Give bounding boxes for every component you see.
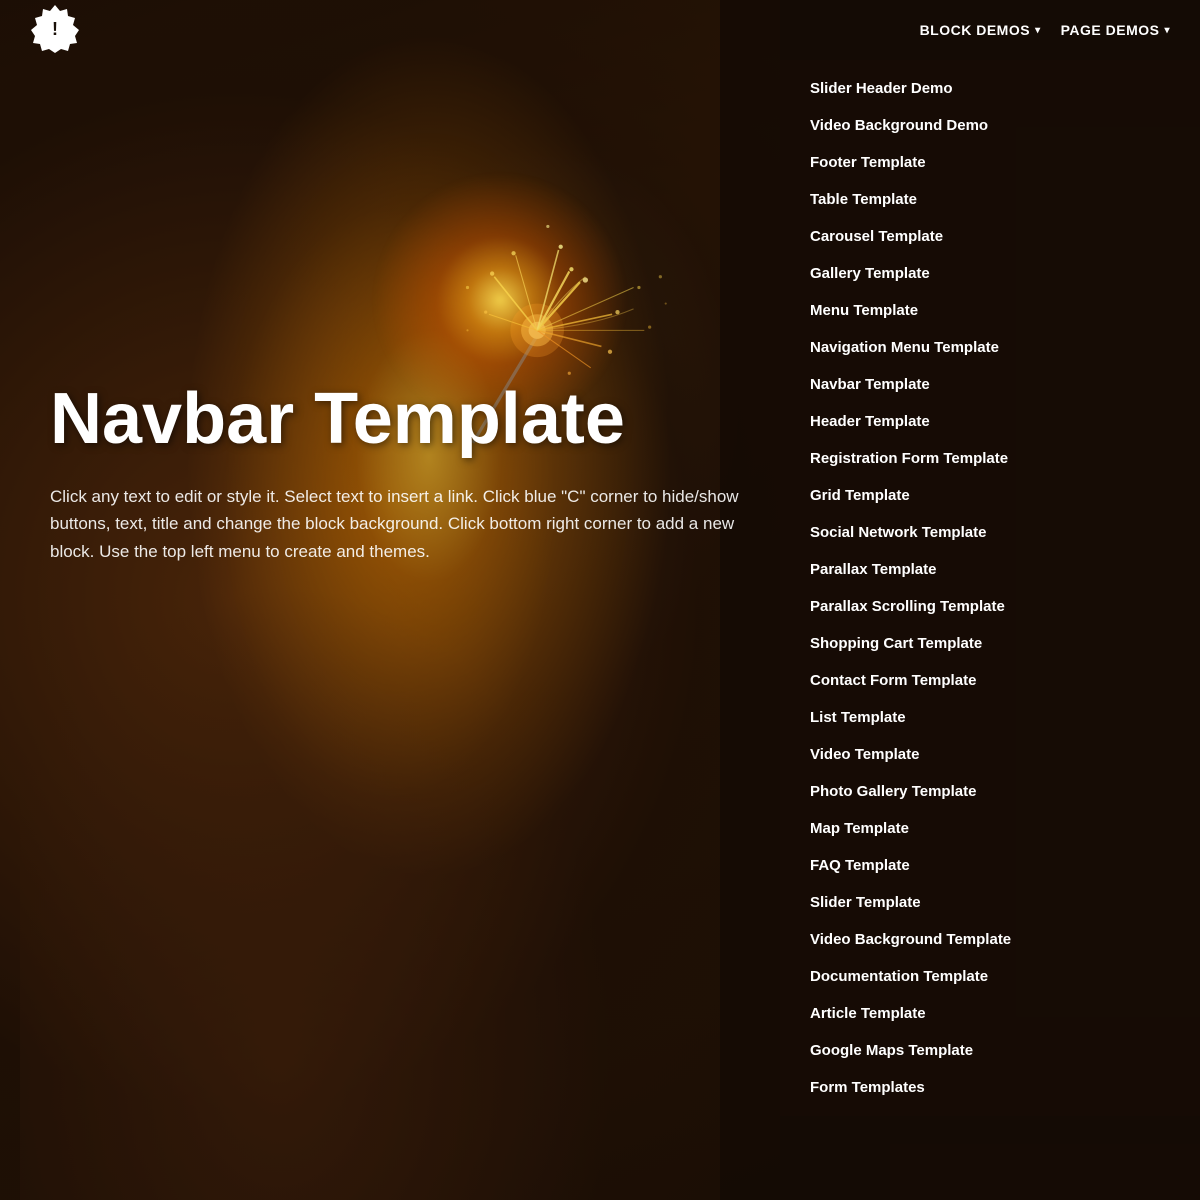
menu-item[interactable]: List Template [780, 699, 1200, 736]
menu-item[interactable]: Documentation Template [780, 958, 1200, 995]
menu-item[interactable]: Video Template [780, 736, 1200, 773]
menu-item[interactable]: Slider Template [780, 884, 1200, 921]
menu-item[interactable]: Footer Template [780, 144, 1200, 181]
menu-item[interactable]: Article Template [780, 995, 1200, 1032]
menu-item[interactable]: Video Background Demo [780, 107, 1200, 144]
menu-item[interactable]: Photo Gallery Template [780, 773, 1200, 810]
menu-item[interactable]: Navbar Template [780, 366, 1200, 403]
page-demos-chevron-icon: ▾ [1164, 25, 1170, 36]
hero-title[interactable]: Navbar Template [50, 380, 770, 459]
hero-description[interactable]: Click any text to edit or style it. Sele… [50, 483, 750, 565]
menu-item[interactable]: Gallery Template [780, 255, 1200, 292]
menu-item[interactable]: Parallax Template [780, 551, 1200, 588]
svg-text:!: ! [52, 19, 58, 39]
menu-item[interactable]: Social Network Template [780, 514, 1200, 551]
menu-item[interactable]: Shopping Cart Template [780, 625, 1200, 662]
page-demos-link[interactable]: PAGE DEMOS ▾ [1061, 22, 1170, 38]
menu-item[interactable]: Video Background Template [780, 921, 1200, 958]
nav-right: BLOCK DEMOS ▾ PAGE DEMOS ▾ [920, 22, 1170, 38]
menu-item[interactable]: Google Maps Template [780, 1032, 1200, 1069]
block-demos-chevron-icon: ▾ [1035, 25, 1041, 36]
hero-content: Navbar Template Click any text to edit o… [50, 380, 770, 565]
menu-item[interactable]: Slider Header Demo [780, 70, 1200, 107]
menu-item[interactable]: Carousel Template [780, 218, 1200, 255]
block-demos-link[interactable]: BLOCK DEMOS ▾ [920, 22, 1041, 38]
menu-item[interactable]: Menu Template [780, 292, 1200, 329]
menu-item[interactable]: Parallax Scrolling Template [780, 588, 1200, 625]
menu-item[interactable]: Map Template [780, 810, 1200, 847]
navbar: ! BLOCK DEMOS ▾ PAGE DEMOS ▾ [0, 0, 1200, 60]
menu-item[interactable]: Header Template [780, 403, 1200, 440]
menu-item[interactable]: FAQ Template [780, 847, 1200, 884]
menu-item[interactable]: Contact Form Template [780, 662, 1200, 699]
menu-item[interactable]: Navigation Menu Template [780, 329, 1200, 366]
menu-item[interactable]: Registration Form Template [780, 440, 1200, 477]
dropdown-panel: Slider Header DemoVideo Background DemoF… [780, 60, 1200, 1116]
menu-item[interactable]: Grid Template [780, 477, 1200, 514]
menu-item[interactable]: Form Templates [780, 1069, 1200, 1106]
logo[interactable]: ! [30, 3, 80, 58]
menu-item[interactable]: Table Template [780, 181, 1200, 218]
